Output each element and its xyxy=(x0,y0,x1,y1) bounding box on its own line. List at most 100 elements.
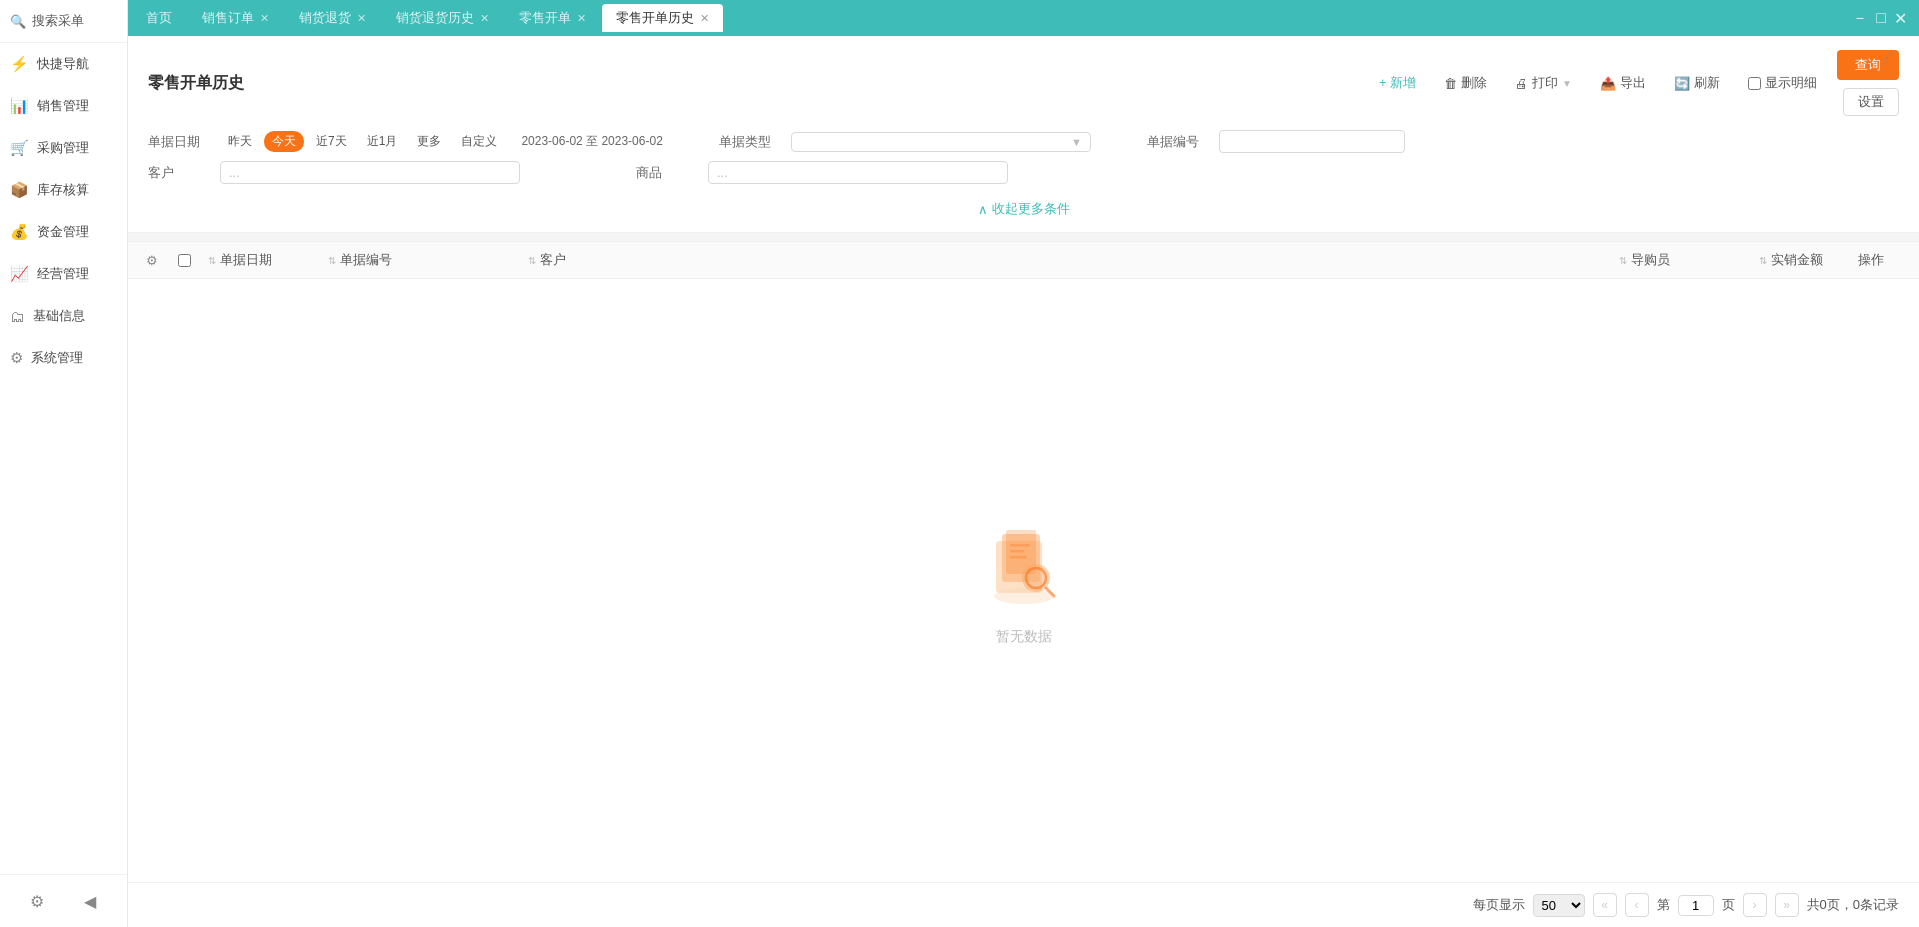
last-page-btn[interactable]: » xyxy=(1775,893,1799,917)
sidebar-settings-btn[interactable]: ⚙ xyxy=(21,885,53,917)
table-header: ⚙ ⇅ 单据日期 ⇅ 单据编号 ⇅ 客户 ⇅ 导购员 xyxy=(128,241,1919,279)
tab-sales-return-history[interactable]: 销货退货历史 ✕ xyxy=(382,4,503,32)
page-suffix: 页 xyxy=(1722,896,1735,914)
sidebar-item-base-info[interactable]: 🗂 基础信息 xyxy=(0,295,127,337)
sidebar-item-inventory[interactable]: 📦 库存核算 xyxy=(0,169,127,211)
per-page-label: 每页显示 xyxy=(1473,896,1525,914)
sort-icon: ⇅ xyxy=(528,255,536,266)
display-detail-toggle[interactable]: 显示明细 xyxy=(1740,70,1825,96)
tab-sales-return-close[interactable]: ✕ xyxy=(357,13,366,24)
col-header-num[interactable]: ⇅ 单据编号 xyxy=(320,251,520,269)
select-all-checkbox[interactable] xyxy=(178,254,191,267)
sidebar-item-sales-mgmt[interactable]: 📊 销售管理 xyxy=(0,85,127,127)
sort-icon: ⇅ xyxy=(208,255,216,266)
page-title-row: 零售开单历史 + 新增 🗑 删除 🖨 打印 ▼ 📤 导出 xyxy=(148,50,1899,116)
sales-icon: 📊 xyxy=(10,97,29,115)
tab-sales-order[interactable]: 销售订单 ✕ xyxy=(188,4,283,32)
page-number-input[interactable] xyxy=(1678,895,1714,916)
table-settings-btn[interactable]: ⚙ xyxy=(136,253,168,268)
sidebar-item-label: 销售管理 xyxy=(37,97,89,115)
refresh-icon: 🔄 xyxy=(1674,76,1690,91)
doc-type-select[interactable]: ▼ xyxy=(791,132,1091,152)
base-info-icon: 🗂 xyxy=(10,308,25,325)
tab-sales-order-close[interactable]: ✕ xyxy=(260,13,269,24)
empty-icon xyxy=(974,516,1074,616)
print-button[interactable]: 🖨 打印 ▼ xyxy=(1507,70,1580,96)
col-header-action: 操作 xyxy=(1831,251,1911,269)
goods-label: 商品 xyxy=(636,164,692,182)
table-select-all[interactable] xyxy=(168,254,200,267)
tab-sales-return-history-close[interactable]: ✕ xyxy=(480,13,489,24)
collapse-row: ∧ 收起更多条件 xyxy=(148,192,1899,222)
tab-sales-return[interactable]: 销货退货 ✕ xyxy=(285,4,380,32)
tab-sales-return-history-label: 销货退货历史 xyxy=(396,9,474,27)
goods-select[interactable]: ... xyxy=(708,161,1008,184)
doc-num-input[interactable] xyxy=(1219,130,1405,153)
col-header-customer[interactable]: ⇅ 客户 xyxy=(520,251,1611,269)
svg-rect-8 xyxy=(1010,550,1024,553)
customer-placeholder: ... xyxy=(229,165,240,180)
sidebar-search[interactable]: 🔍 搜索采单 xyxy=(0,0,127,43)
doc-num-label: 单据编号 xyxy=(1147,133,1203,151)
tab-home[interactable]: 首页 xyxy=(132,4,186,32)
date-btn-7days[interactable]: 近7天 xyxy=(308,131,355,152)
date-btn-custom[interactable]: 自定义 xyxy=(453,131,505,152)
tab-retail-history-close[interactable]: ✕ xyxy=(700,13,709,24)
empty-state: 暂无数据 xyxy=(128,279,1919,882)
date-btn-yesterday[interactable]: 昨天 xyxy=(220,131,260,152)
goods-placeholder: ... xyxy=(717,165,728,180)
tab-retail-open-close[interactable]: ✕ xyxy=(577,13,586,24)
tab-retail-open[interactable]: 零售开单 ✕ xyxy=(505,4,600,32)
date-btn-today[interactable]: 今天 xyxy=(264,131,304,152)
date-label: 单据日期 xyxy=(148,133,204,151)
date-btn-1month[interactable]: 近1月 xyxy=(359,131,406,152)
customer-select[interactable]: ... xyxy=(220,161,520,184)
collapse-btn[interactable]: ∧ 收起更多条件 xyxy=(978,196,1070,222)
sidebar-item-purchase-mgmt[interactable]: 🛒 采购管理 xyxy=(0,127,127,169)
sidebar-item-system[interactable]: ⚙ 系统管理 xyxy=(0,337,127,379)
filter-area: 单据日期 昨天 今天 近7天 近1月 更多 自定义 2023-06-02 至 2… xyxy=(148,130,1899,232)
col-header-amount[interactable]: ⇅ 实销金额 xyxy=(1711,251,1831,269)
tab-retail-history[interactable]: 零售开单历史 ✕ xyxy=(602,4,723,32)
window-minimize-btn[interactable]: － xyxy=(1852,8,1868,29)
tab-retail-open-label: 零售开单 xyxy=(519,9,571,27)
add-button[interactable]: + 新增 xyxy=(1371,70,1424,96)
per-page-select[interactable]: 50 20 100 xyxy=(1533,894,1585,917)
tab-sales-return-label: 销货退货 xyxy=(299,9,351,27)
window-close-btn[interactable]: ✕ xyxy=(1894,9,1907,28)
tab-bar: 首页 销售订单 ✕ 销货退货 ✕ 销货退货历史 ✕ 零售开单 ✕ 零售开单历史 … xyxy=(128,0,1919,36)
sidebar-footer: ⚙ ◀ xyxy=(0,874,127,927)
date-btn-more[interactable]: 更多 xyxy=(409,131,449,152)
collapse-up-icon: ∧ xyxy=(978,202,988,217)
customer-label: 客户 xyxy=(148,164,204,182)
search-icon: 🔍 xyxy=(10,14,26,29)
col-header-date[interactable]: ⇅ 单据日期 xyxy=(200,251,320,269)
window-maximize-btn[interactable]: □ xyxy=(1876,9,1886,27)
delete-button[interactable]: 🗑 删除 xyxy=(1436,70,1495,96)
print-dropdown-icon: ▼ xyxy=(1562,78,1572,89)
sidebar-collapse-btn[interactable]: ◀ xyxy=(74,885,106,917)
export-button[interactable]: 📤 导出 xyxy=(1592,70,1654,96)
sidebar-nav: ⚡ 快捷导航 📊 销售管理 🛒 采购管理 📦 库存核算 💰 资金管理 📈 经营管… xyxy=(0,43,127,874)
refresh-button[interactable]: 🔄 刷新 xyxy=(1666,70,1728,96)
first-page-btn[interactable]: « xyxy=(1593,893,1617,917)
doc-type-arrow-icon: ▼ xyxy=(1071,136,1082,148)
next-page-btn[interactable]: › xyxy=(1743,893,1767,917)
sidebar-item-quick-nav[interactable]: ⚡ 快捷导航 xyxy=(0,43,127,85)
delete-icon: 🗑 xyxy=(1444,76,1457,91)
sidebar-item-label: 快捷导航 xyxy=(37,55,89,73)
display-detail-checkbox[interactable] xyxy=(1748,77,1761,90)
sidebar-item-operations[interactable]: 📈 经营管理 xyxy=(0,253,127,295)
sidebar-item-finance[interactable]: 💰 资金管理 xyxy=(0,211,127,253)
sort-icon: ⇅ xyxy=(1619,255,1627,266)
svg-rect-9 xyxy=(1010,556,1027,559)
setting-button[interactable]: 设置 xyxy=(1843,88,1899,116)
system-icon: ⚙ xyxy=(10,349,23,367)
query-buttons: 查询 设置 xyxy=(1837,50,1899,116)
date-filter-btns: 昨天 今天 近7天 近1月 更多 自定义 xyxy=(220,131,505,152)
col-header-guide[interactable]: ⇅ 导购员 xyxy=(1611,251,1711,269)
sidebar-item-label: 采购管理 xyxy=(37,139,89,157)
query-button[interactable]: 查询 xyxy=(1837,50,1899,80)
sidebar-item-label: 经营管理 xyxy=(37,265,89,283)
prev-page-btn[interactable]: ‹ xyxy=(1625,893,1649,917)
